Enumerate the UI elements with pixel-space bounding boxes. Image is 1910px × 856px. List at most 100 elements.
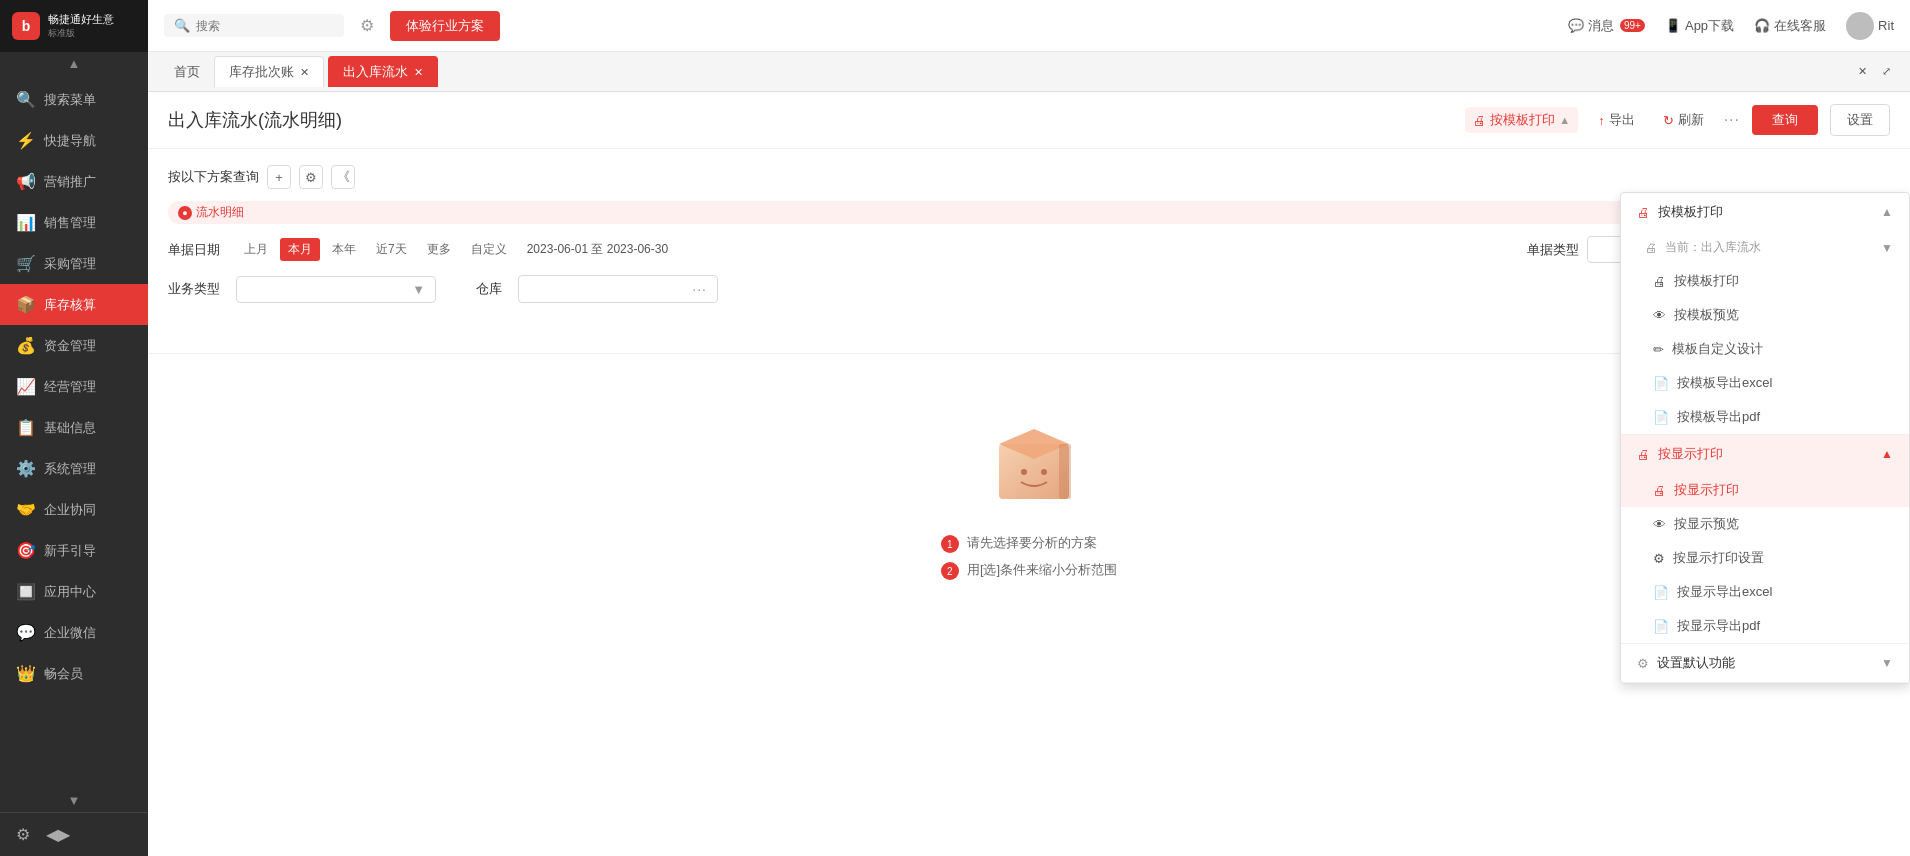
template-preview-icon: 👁 (1653, 308, 1666, 323)
collapse-sidebar-icon[interactable]: ◀▶ (46, 825, 70, 844)
sidebar-item-apps[interactable]: 🔲 应用中心 (0, 571, 148, 612)
tab-bar: 首页 库存批次账 ✕ 出入库流水 ✕ ✕ ⤢ (148, 52, 1910, 92)
page-actions: 🖨 按模板打印 ▲ ↑ 导出 ↻ 刷新 ··· 查询 设置 (1465, 104, 1890, 136)
tab-flow-close[interactable]: ✕ (414, 66, 423, 79)
settings-btn[interactable]: 设置 (1830, 104, 1890, 136)
tag-icon: ● (178, 206, 192, 220)
tab-batch-account[interactable]: 库存批次账 ✕ (214, 56, 324, 87)
sidebar-item-member[interactable]: 👑 畅会员 (0, 653, 148, 694)
display-print-item[interactable]: 🖨 按显示打印 (1621, 473, 1909, 507)
warehouse-more-btn[interactable]: ··· (692, 281, 707, 297)
header-search-input[interactable] (196, 19, 326, 33)
box-svg (979, 414, 1099, 514)
svg-point-4 (1041, 469, 1047, 475)
header-search-box[interactable]: 🔍 (164, 14, 344, 37)
online-service-btn[interactable]: 🎧 在线客服 (1754, 17, 1826, 35)
export-btn[interactable]: ↑ 导出 (1590, 107, 1643, 133)
display-print-header[interactable]: 🖨 按显示打印 ▲ (1621, 435, 1909, 473)
operations-icon: 📈 (16, 377, 36, 396)
tab-batch-account-close[interactable]: ✕ (300, 66, 309, 79)
warehouse-label: 仓库 (476, 280, 502, 298)
svg-point-3 (1021, 469, 1027, 475)
template-design-item[interactable]: ✏ 模板自定义设计 (1621, 332, 1909, 366)
apps-icon: 🔲 (16, 582, 36, 601)
sidebar-item-guide[interactable]: 🎯 新手引导 (0, 530, 148, 571)
template-preview-item[interactable]: 👁 按模板预览 (1621, 298, 1909, 332)
warehouse-select[interactable]: ··· (518, 275, 718, 303)
sidebar: b 畅捷通好生意 标准版 ▲ 🔍 搜索菜单 ⚡ 快捷导航 📢 营销推广 📊 销售… (0, 0, 148, 856)
app-download-btn[interactable]: 📱 App下载 (1665, 17, 1734, 35)
display-print-header-icon: 🖨 (1637, 447, 1650, 462)
display-export-excel-item[interactable]: 📄 按显示导出excel (1621, 575, 1909, 609)
default-fn-header[interactable]: ⚙ 设置默认功能 ▼ (1621, 644, 1909, 682)
sidebar-item-operations[interactable]: 📈 经营管理 (0, 366, 148, 407)
pdf-icon: 📄 (1653, 410, 1669, 425)
sidebar-nav: 🔍 搜索菜单 ⚡ 快捷导航 📢 营销推广 📊 销售管理 🛒 采购管理 📦 库存核… (0, 75, 148, 789)
date-tab-more[interactable]: 更多 (419, 238, 459, 261)
tab-home[interactable]: 首页 (164, 57, 210, 87)
settings-condition-btn[interactable]: ⚙ (299, 165, 323, 189)
sidebar-scroll-up[interactable]: ▲ (0, 52, 148, 75)
settings-icon[interactable]: ⚙ (16, 825, 30, 844)
date-tab-7days[interactable]: 近7天 (368, 238, 415, 261)
print-template-btn[interactable]: 🖨 按模板打印 ▲ (1465, 107, 1578, 133)
wechat-icon: 💬 (16, 623, 36, 642)
sidebar-item-quick-nav[interactable]: ⚡ 快捷导航 (0, 120, 148, 161)
add-condition-btn[interactable]: + (267, 165, 291, 189)
sidebar-item-purchase[interactable]: 🛒 采购管理 (0, 243, 148, 284)
empty-illustration (979, 414, 1079, 514)
basic-icon: 📋 (16, 418, 36, 437)
trial-btn[interactable]: 体验行业方案 (390, 11, 500, 41)
sidebar-item-system[interactable]: ⚙️ 系统管理 (0, 448, 148, 489)
display-preview-item[interactable]: 👁 按显示预览 (1621, 507, 1909, 541)
app-download-icon: 📱 (1665, 18, 1681, 33)
display-print-icon: 🖨 (1653, 483, 1666, 498)
sidebar-scroll-down[interactable]: ▼ (0, 789, 148, 812)
sidebar-item-sales[interactable]: 📊 销售管理 (0, 202, 148, 243)
collapse-conditions-btn[interactable]: 《 (331, 165, 355, 189)
current-template-label: 🖨 当前：出入库流水 ▼ (1621, 231, 1909, 264)
sidebar-item-cooperation[interactable]: 🤝 企业协同 (0, 489, 148, 530)
empty-steps: 1 请先选择要分析的方案 2 用[选]条件来缩小分析范围 (941, 534, 1117, 588)
tab-flow[interactable]: 出入库流水 ✕ (328, 56, 438, 87)
sidebar-item-finance[interactable]: 💰 资金管理 (0, 325, 148, 366)
display-export-pdf-item[interactable]: 📄 按显示导出pdf (1621, 609, 1909, 643)
display-print-settings-item[interactable]: ⚙ 按显示打印设置 (1621, 541, 1909, 575)
sidebar-item-search[interactable]: 🔍 搜索菜单 (0, 79, 148, 120)
refresh-icon: ↻ (1663, 113, 1674, 128)
member-icon: 👑 (16, 664, 36, 683)
message-btn[interactable]: 💬 消息 99+ (1568, 17, 1645, 35)
display-excel-icon: 📄 (1653, 585, 1669, 600)
window-expand-btn[interactable]: ⤢ (1878, 64, 1894, 80)
refresh-btn[interactable]: ↻ 刷新 (1655, 107, 1712, 133)
avatar (1846, 12, 1874, 40)
window-close-btn[interactable]: ✕ (1854, 64, 1870, 80)
template-export-excel-item[interactable]: 📄 按模板导出excel (1621, 366, 1909, 400)
more-actions-btn[interactable]: ··· (1724, 111, 1740, 129)
query-btn[interactable]: 查询 (1752, 105, 1818, 135)
header-gear-icon[interactable]: ⚙ (360, 16, 374, 35)
sidebar-item-basic[interactable]: 📋 基础信息 (0, 407, 148, 448)
printer-icon: 🖨 (1473, 113, 1486, 128)
sidebar-item-inventory[interactable]: 📦 库存核算 (0, 284, 148, 325)
template-print-header[interactable]: 🖨 按模板打印 ▲ (1621, 193, 1909, 231)
logo-icon: b (12, 12, 40, 40)
sidebar-item-wechat[interactable]: 💬 企业微信 (0, 612, 148, 653)
page-header: 出入库流水(流水明细) 🖨 按模板打印 ▲ ↑ 导出 ↻ 刷新 ··· 查询 设… (148, 92, 1910, 149)
empty-step-1: 1 请先选择要分析的方案 (941, 534, 1117, 553)
sales-icon: 📊 (16, 213, 36, 232)
empty-step-2: 2 用[选]条件来缩小分析范围 (941, 561, 1117, 580)
date-tab-this-year[interactable]: 本年 (324, 238, 364, 261)
date-tab-custom[interactable]: 自定义 (463, 238, 515, 261)
user-avatar-area[interactable]: Rit (1846, 12, 1894, 40)
date-tab-this-month[interactable]: 本月 (280, 238, 320, 261)
template-print-item[interactable]: 🖨 按模板打印 (1621, 264, 1909, 298)
business-type-label: 业务类型 (168, 280, 220, 298)
page-content: 出入库流水(流水明细) 🖨 按模板打印 ▲ ↑ 导出 ↻ 刷新 ··· 查询 设… (148, 92, 1910, 856)
purchase-icon: 🛒 (16, 254, 36, 273)
business-type-select[interactable]: ▼ (236, 276, 436, 303)
date-tab-last-month[interactable]: 上月 (236, 238, 276, 261)
template-export-pdf-item[interactable]: 📄 按模板导出pdf (1621, 400, 1909, 434)
sidebar-item-marketing[interactable]: 📢 营销推广 (0, 161, 148, 202)
finance-icon: 💰 (16, 336, 36, 355)
